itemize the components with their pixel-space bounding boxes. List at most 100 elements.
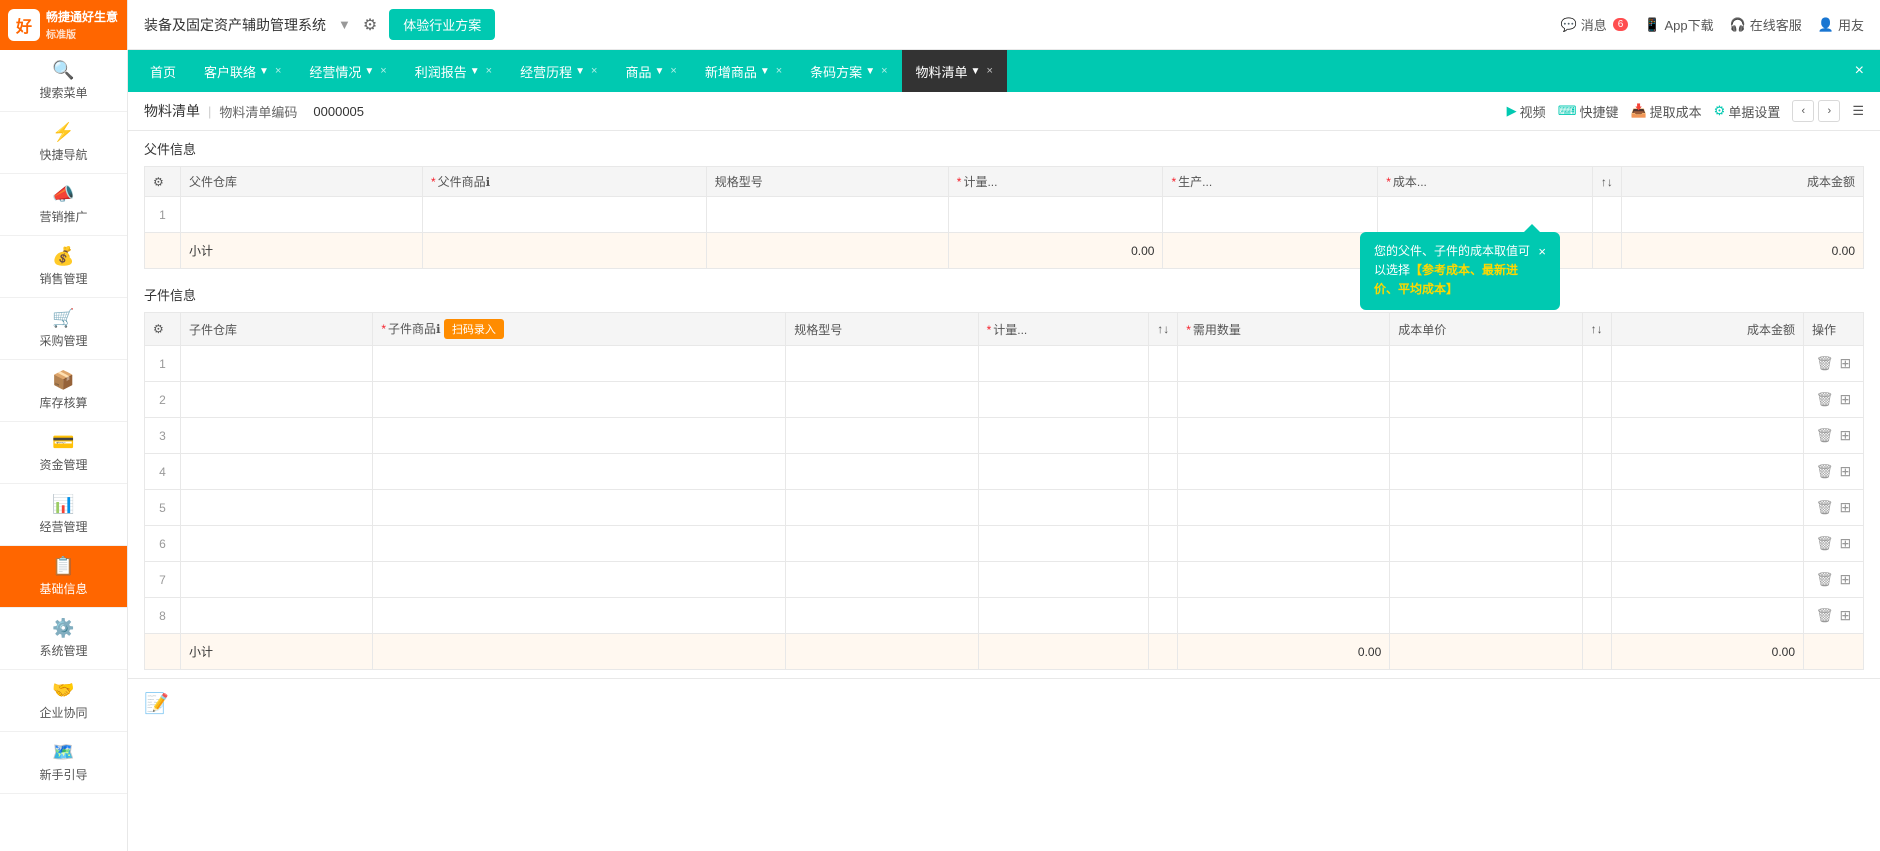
- message-item[interactable]: 💬 消息 6: [1561, 15, 1629, 34]
- child-row-8-cost-unit[interactable]: [1390, 598, 1582, 634]
- parent-row-1-unit[interactable]: [948, 197, 1163, 233]
- delete-icon-6[interactable]: 🗑: [1816, 535, 1834, 552]
- child-row-1-spec[interactable]: [786, 346, 978, 382]
- nav-prev[interactable]: ‹: [1792, 100, 1814, 122]
- child-row-2-cost-unit[interactable]: [1390, 382, 1582, 418]
- parent-row-1-production[interactable]: [1163, 197, 1378, 233]
- child-row-4-unit[interactable]: [978, 454, 1149, 490]
- child-row-3-cost-unit[interactable]: [1390, 418, 1582, 454]
- nav-global-close[interactable]: ×: [1847, 62, 1872, 80]
- toolbar-menu-btn[interactable]: ☰: [1852, 103, 1864, 119]
- sidebar-item-enterprise[interactable]: 🤝 企业协同: [0, 670, 127, 732]
- tab-home[interactable]: 首页: [136, 50, 190, 92]
- child-row-4-required-qty[interactable]: [1178, 454, 1390, 490]
- scan-input-btn[interactable]: 扫码录入: [444, 319, 504, 339]
- child-row-2-unit[interactable]: [978, 382, 1149, 418]
- child-row-6-spec[interactable]: [786, 526, 978, 562]
- tab-goods[interactable]: 商品 ▼ ×: [611, 50, 690, 92]
- child-row-7-cost-unit[interactable]: [1390, 562, 1582, 598]
- sidebar-item-guide[interactable]: 🗺️ 新手引导: [0, 732, 127, 794]
- toolbar-video-btn[interactable]: ▶ 视频: [1507, 102, 1546, 121]
- child-row-5-warehouse[interactable]: [181, 490, 373, 526]
- tab-operations[interactable]: 经营情况 ▼ ×: [295, 50, 400, 92]
- tooltip-close-btn[interactable]: ×: [1538, 242, 1546, 263]
- child-row-7-unit[interactable]: [978, 562, 1149, 598]
- sidebar-item-inventory[interactable]: 📦 库存核算: [0, 360, 127, 422]
- tab-profit-close[interactable]: ×: [486, 65, 492, 77]
- child-row-7-warehouse[interactable]: [181, 562, 373, 598]
- child-row-7-goods[interactable]: [373, 562, 786, 598]
- topbar-settings-icon[interactable]: ⚙: [363, 15, 377, 35]
- copy-icon-7[interactable]: ⊞: [1840, 571, 1852, 588]
- child-row-1-warehouse[interactable]: [181, 346, 373, 382]
- copy-icon-6[interactable]: ⊞: [1840, 535, 1852, 552]
- tab-bom-close[interactable]: ×: [986, 65, 992, 77]
- child-row-3-warehouse[interactable]: [181, 418, 373, 454]
- tab-new-goods-close[interactable]: ×: [776, 65, 782, 77]
- sidebar-item-operations[interactable]: 📊 经营管理: [0, 484, 127, 546]
- delete-icon-2[interactable]: 🗑: [1816, 391, 1834, 408]
- child-row-1-goods[interactable]: [373, 346, 786, 382]
- parent-row-1-warehouse[interactable]: [181, 197, 423, 233]
- tab-customers[interactable]: 客户联络 ▼ ×: [190, 50, 295, 92]
- child-row-6-unit[interactable]: [978, 526, 1149, 562]
- child-row-8-required-qty[interactable]: [1178, 598, 1390, 634]
- parent-row-1-cost[interactable]: [1378, 197, 1593, 233]
- child-row-4-spec[interactable]: [786, 454, 978, 490]
- child-row-3-required-qty[interactable]: [1178, 418, 1390, 454]
- child-row-2-goods[interactable]: [373, 382, 786, 418]
- copy-icon-8[interactable]: ⊞: [1840, 607, 1852, 624]
- tab-profit[interactable]: 利润报告 ▼ ×: [401, 50, 506, 92]
- sidebar-item-search[interactable]: 🔍 搜索菜单: [0, 50, 127, 112]
- delete-icon-3[interactable]: 🗑: [1816, 427, 1834, 444]
- copy-icon-2[interactable]: ⊞: [1840, 391, 1852, 408]
- sidebar-item-marketing[interactable]: 📣 营销推广: [0, 174, 127, 236]
- child-row-4-warehouse[interactable]: [181, 454, 373, 490]
- tab-goods-close[interactable]: ×: [670, 65, 676, 77]
- app-download-item[interactable]: 📱 App下载: [1644, 15, 1713, 34]
- delete-icon-1[interactable]: 🗑: [1816, 355, 1834, 372]
- child-row-1-unit[interactable]: [978, 346, 1149, 382]
- child-row-3-spec[interactable]: [786, 418, 978, 454]
- copy-icon-1[interactable]: ⊞: [1840, 355, 1852, 372]
- toolbar-shortcut-btn[interactable]: ⌨ 快捷键: [1558, 102, 1619, 121]
- toolbar-single-setting-btn[interactable]: ⚙ 单据设置: [1714, 102, 1781, 121]
- delete-icon-8[interactable]: 🗑: [1816, 607, 1834, 624]
- child-row-8-unit[interactable]: [978, 598, 1149, 634]
- tab-bom[interactable]: 物料清单 ▼ ×: [902, 50, 1007, 92]
- child-row-5-unit[interactable]: [978, 490, 1149, 526]
- child-row-4-goods[interactable]: [373, 454, 786, 490]
- copy-icon-3[interactable]: ⊞: [1840, 427, 1852, 444]
- experience-button[interactable]: 体验行业方案: [389, 9, 495, 40]
- child-row-8-goods[interactable]: [373, 598, 786, 634]
- online-service-item[interactable]: 🎧 在线客服: [1730, 15, 1802, 34]
- copy-icon-5[interactable]: ⊞: [1840, 499, 1852, 516]
- child-row-8-warehouse[interactable]: [181, 598, 373, 634]
- child-row-5-goods[interactable]: [373, 490, 786, 526]
- child-row-5-cost-unit[interactable]: [1390, 490, 1582, 526]
- tab-new-goods[interactable]: 新增商品 ▼ ×: [691, 50, 796, 92]
- child-row-6-goods[interactable]: [373, 526, 786, 562]
- toolbar-extract-cost-btn[interactable]: 📥 提取成本: [1630, 102, 1701, 121]
- child-row-7-required-qty[interactable]: [1178, 562, 1390, 598]
- user-item[interactable]: 👤 用友: [1818, 15, 1864, 34]
- sidebar-item-basic[interactable]: 📋 基础信息: [0, 546, 127, 608]
- nav-next[interactable]: ›: [1818, 100, 1840, 122]
- child-row-7-spec[interactable]: [786, 562, 978, 598]
- sidebar-item-purchase[interactable]: 🛒 采购管理: [0, 298, 127, 360]
- child-row-2-warehouse[interactable]: [181, 382, 373, 418]
- sidebar-item-system[interactable]: ⚙️ 系统管理: [0, 608, 127, 670]
- tab-operations-close[interactable]: ×: [380, 65, 386, 77]
- child-row-1-cost-unit[interactable]: [1390, 346, 1582, 382]
- delete-icon-4[interactable]: 🗑: [1816, 463, 1834, 480]
- child-row-4-cost-unit[interactable]: [1390, 454, 1582, 490]
- topbar-arrow-down[interactable]: ▼: [338, 17, 351, 32]
- child-row-6-cost-unit[interactable]: [1390, 526, 1582, 562]
- tab-history-close[interactable]: ×: [591, 65, 597, 77]
- child-row-5-required-qty[interactable]: [1178, 490, 1390, 526]
- delete-icon-5[interactable]: 🗑: [1816, 499, 1834, 516]
- child-row-6-warehouse[interactable]: [181, 526, 373, 562]
- parent-row-1-goods[interactable]: [423, 197, 707, 233]
- child-row-2-required-qty[interactable]: [1178, 382, 1390, 418]
- child-row-3-goods[interactable]: [373, 418, 786, 454]
